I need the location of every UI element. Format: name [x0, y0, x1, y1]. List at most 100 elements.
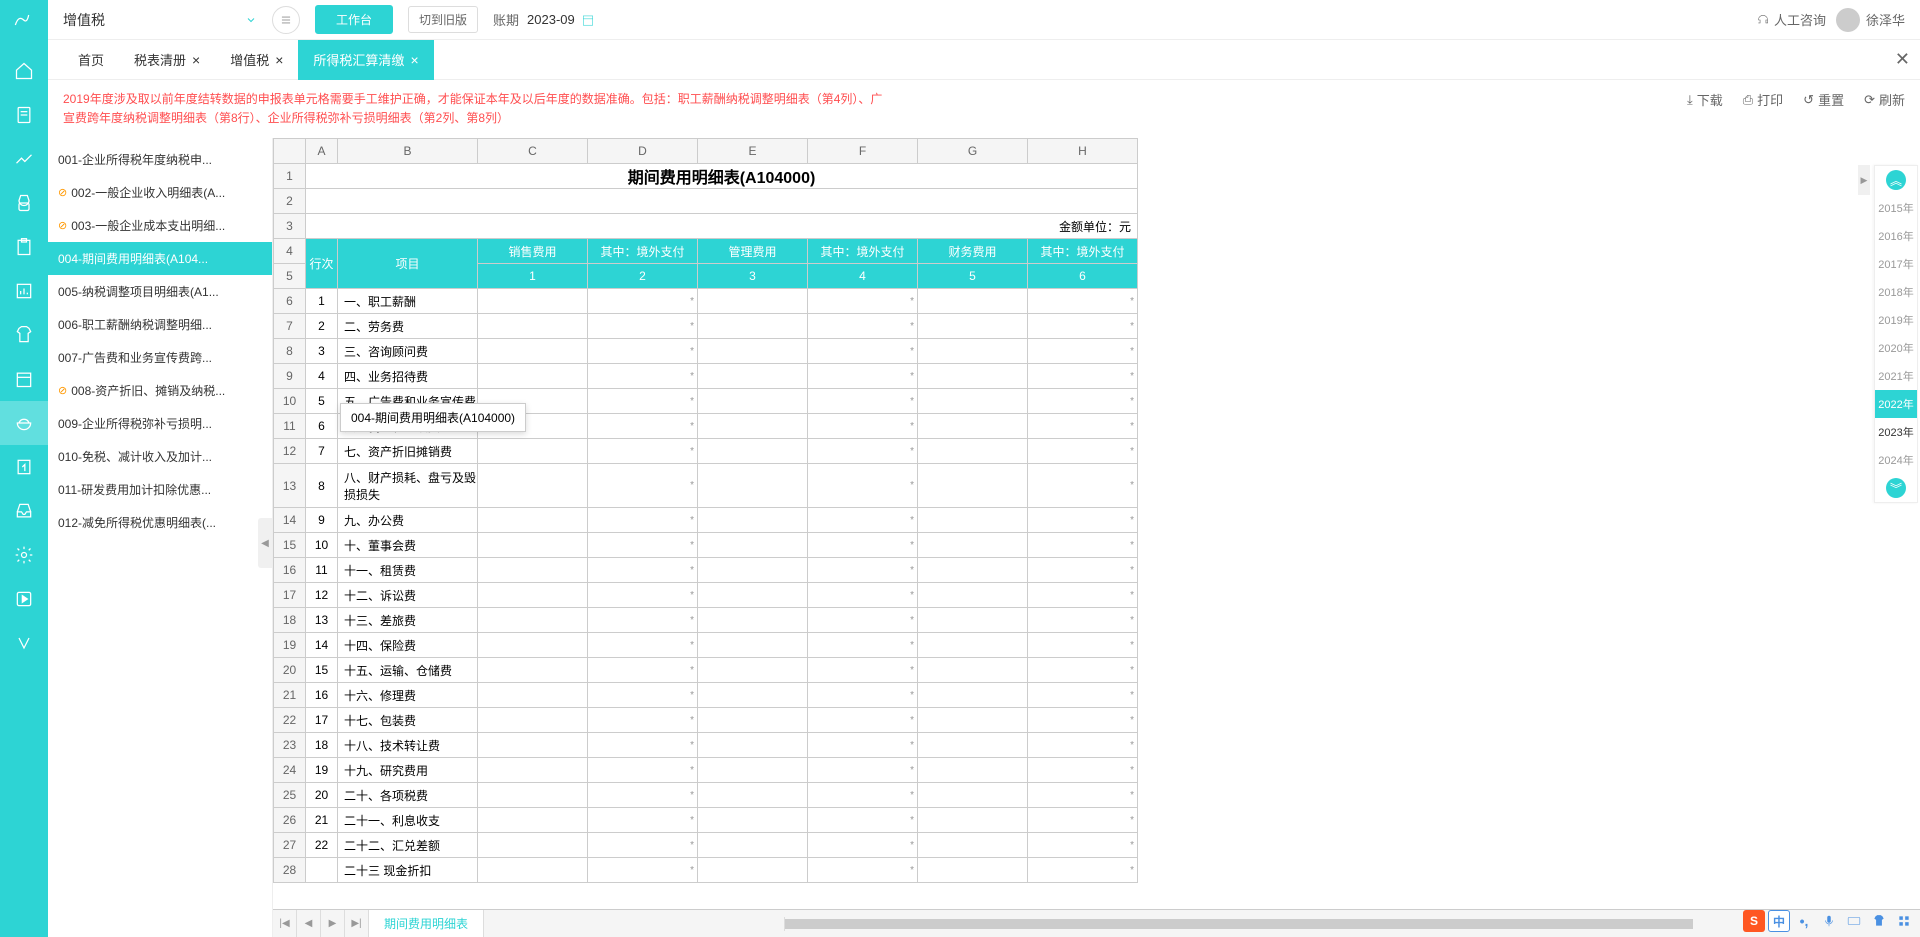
row-header[interactable]: 21	[274, 683, 306, 708]
data-cell[interactable]	[478, 758, 588, 783]
data-cell[interactable]: *	[808, 833, 918, 858]
data-cell[interactable]: *	[808, 289, 918, 314]
row-num-cell[interactable]: 7	[306, 439, 338, 464]
tab-close-icon[interactable]: ×	[410, 52, 418, 68]
form-item-8[interactable]: 009-企业所得税弥补亏损明...	[48, 407, 272, 440]
row-header[interactable]: 19	[274, 633, 306, 658]
form-item-1[interactable]: ⊘002-一般企业收入明细表(A...	[48, 176, 272, 209]
data-cell[interactable]	[918, 414, 1028, 439]
row-num-cell[interactable]: 13	[306, 608, 338, 633]
data-cell[interactable]	[478, 733, 588, 758]
item-cell[interactable]: 二十、各项税费	[338, 783, 478, 808]
data-cell[interactable]	[918, 339, 1028, 364]
row-header[interactable]: 27	[274, 833, 306, 858]
sheet-nav-first[interactable]: |◀	[273, 910, 297, 937]
data-cell[interactable]: *	[808, 508, 918, 533]
row-header[interactable]: 24	[274, 758, 306, 783]
item-cell[interactable]: 七、资产折旧摊销费	[338, 439, 478, 464]
col-header[interactable]: H	[1028, 139, 1138, 164]
expand-handle[interactable]: ▶	[1858, 165, 1870, 195]
data-cell[interactable]: *	[1028, 533, 1138, 558]
data-cell[interactable]: *	[1028, 389, 1138, 414]
data-cell[interactable]: *	[1028, 833, 1138, 858]
data-cell[interactable]: *	[588, 314, 698, 339]
row-header[interactable]: 4	[274, 239, 306, 264]
data-cell[interactable]	[918, 658, 1028, 683]
data-cell[interactable]: *	[808, 783, 918, 808]
tab-0[interactable]: 首页	[63, 40, 119, 80]
sheet-nav-next[interactable]: ▶	[321, 910, 345, 937]
nav-doc-icon[interactable]	[0, 93, 48, 137]
row-header[interactable]: 15	[274, 533, 306, 558]
nav-bowl-icon[interactable]	[0, 401, 48, 445]
data-cell[interactable]: *	[588, 658, 698, 683]
row-num-cell[interactable]: 21	[306, 808, 338, 833]
sheet-nav-last[interactable]: ▶|	[345, 910, 369, 937]
data-cell[interactable]	[478, 633, 588, 658]
item-cell[interactable]: 八、财产损耗、盘亏及毁损损失	[338, 464, 478, 508]
row-header[interactable]: 22	[274, 708, 306, 733]
form-item-2[interactable]: ⊘003-一般企业成本支出明细...	[48, 209, 272, 242]
row-header[interactable]: 26	[274, 808, 306, 833]
data-cell[interactable]: *	[808, 533, 918, 558]
data-cell[interactable]: *	[588, 583, 698, 608]
data-cell[interactable]: *	[588, 708, 698, 733]
row-header[interactable]: 7	[274, 314, 306, 339]
switch-old-button[interactable]: 切到旧版	[408, 6, 478, 33]
data-cell[interactable]	[478, 783, 588, 808]
data-cell[interactable]: *	[808, 608, 918, 633]
data-cell[interactable]	[698, 633, 808, 658]
user-menu[interactable]: 徐泽华	[1836, 8, 1905, 32]
data-cell[interactable]	[698, 314, 808, 339]
data-cell[interactable]	[918, 389, 1028, 414]
row-num-cell[interactable]: 5	[306, 389, 338, 414]
row-header[interactable]: 17	[274, 583, 306, 608]
row-header[interactable]: 16	[274, 558, 306, 583]
nav-calendar-icon[interactable]	[0, 357, 48, 401]
col-header[interactable]: E	[698, 139, 808, 164]
data-cell[interactable]	[918, 683, 1028, 708]
row-num-cell[interactable]: 17	[306, 708, 338, 733]
year-button[interactable]: 2019年	[1875, 306, 1917, 334]
row-header[interactable]: 28	[274, 858, 306, 883]
close-all-tabs-button[interactable]: ✕	[1895, 49, 1910, 70]
form-item-5[interactable]: 006-职工薪酬纳税调整明细...	[48, 308, 272, 341]
form-item-4[interactable]: 005-纳税调整项目明细表(A1...	[48, 275, 272, 308]
calendar-icon[interactable]	[581, 13, 595, 27]
data-cell[interactable]	[698, 389, 808, 414]
data-cell[interactable]: *	[808, 708, 918, 733]
row-header[interactable]: 9	[274, 364, 306, 389]
data-cell[interactable]	[918, 808, 1028, 833]
data-cell[interactable]	[478, 339, 588, 364]
year-button[interactable]: 2024年	[1875, 446, 1917, 474]
form-item-3[interactable]: 004-期间费用明细表(A104...	[48, 242, 272, 275]
row-num-cell[interactable]: 3	[306, 339, 338, 364]
data-cell[interactable]: *	[588, 683, 698, 708]
nav-export-icon[interactable]	[0, 445, 48, 489]
data-cell[interactable]	[918, 364, 1028, 389]
module-dropdown[interactable]: 增值税	[63, 10, 257, 30]
data-cell[interactable]	[698, 583, 808, 608]
data-cell[interactable]	[478, 533, 588, 558]
data-cell[interactable]	[698, 708, 808, 733]
data-cell[interactable]: *	[808, 314, 918, 339]
data-cell[interactable]: *	[588, 558, 698, 583]
data-cell[interactable]	[918, 558, 1028, 583]
data-cell[interactable]: *	[588, 733, 698, 758]
refresh-button[interactable]: ⟳刷新	[1864, 90, 1905, 109]
data-cell[interactable]: *	[588, 608, 698, 633]
data-cell[interactable]	[478, 708, 588, 733]
data-cell[interactable]: *	[588, 533, 698, 558]
row-num-cell[interactable]: 8	[306, 464, 338, 508]
data-cell[interactable]: *	[1028, 633, 1138, 658]
item-cell[interactable]: 二十三 现金折扣	[338, 858, 478, 883]
data-cell[interactable]: *	[808, 858, 918, 883]
col-header[interactable]: B	[338, 139, 478, 164]
data-cell[interactable]: *	[1028, 758, 1138, 783]
row-header[interactable]: 11	[274, 414, 306, 439]
download-button[interactable]: ⤓下载	[1687, 90, 1723, 109]
print-button[interactable]: ⎙打印	[1743, 90, 1783, 109]
ime-keyboard-icon[interactable]	[1843, 910, 1865, 932]
data-cell[interactable]	[698, 658, 808, 683]
data-cell[interactable]	[478, 364, 588, 389]
